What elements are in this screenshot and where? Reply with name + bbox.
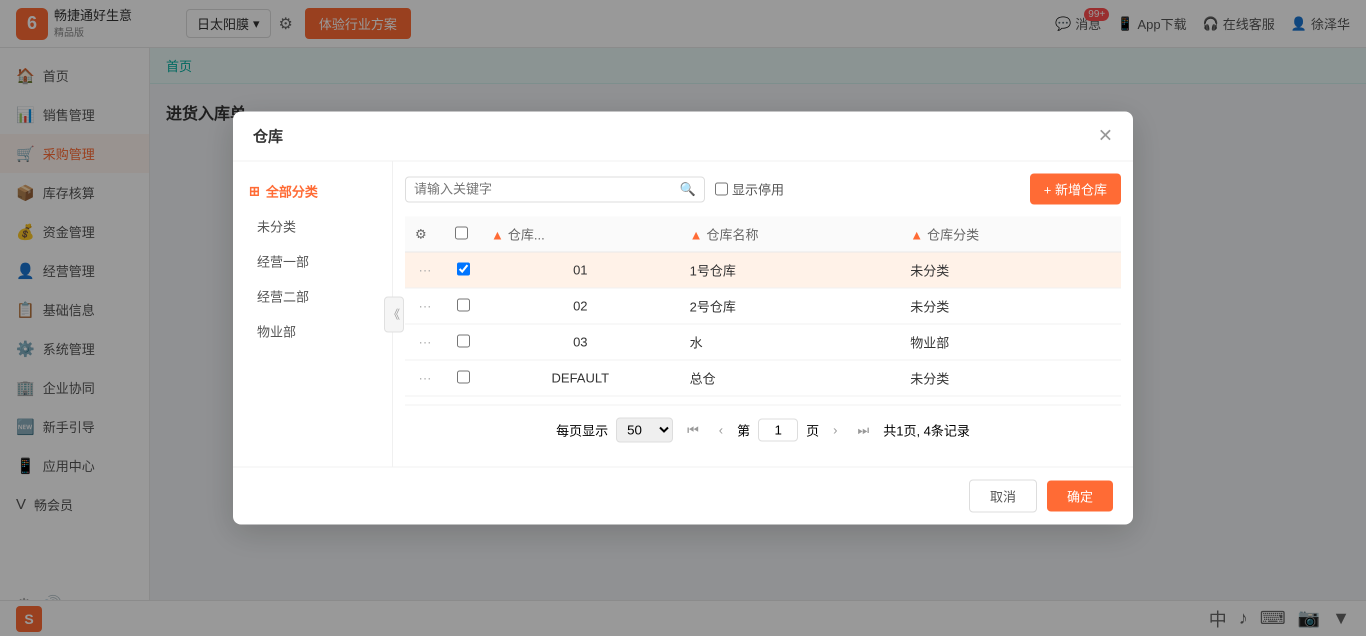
page-number-input[interactable]: [758, 419, 798, 442]
search-input[interactable]: [414, 182, 680, 197]
search-icon[interactable]: 🔍: [680, 181, 696, 197]
page-label: 第: [737, 421, 750, 440]
row-gear[interactable]: ···: [405, 252, 445, 288]
row-code: 03: [481, 324, 680, 360]
row-code: 02: [481, 288, 680, 324]
category-item-ops1[interactable]: 经营一部: [233, 244, 392, 279]
row-checkbox[interactable]: [457, 334, 470, 347]
right-panel: 🔍 显示停用 + 新增仓库 ⚙ ▲仓库... ▲仓库名称 ▲仓库分类: [393, 162, 1133, 467]
row-check[interactable]: [445, 324, 481, 360]
table-header-row: ⚙ ▲仓库... ▲仓库名称 ▲仓库分类: [405, 217, 1121, 253]
show-disabled-label[interactable]: 显示停用: [715, 180, 784, 199]
dialog-toolbar: 🔍 显示停用 + 新增仓库: [405, 174, 1121, 205]
per-page-select[interactable]: 50 100: [616, 418, 673, 443]
table-row[interactable]: ··· DEFAULT 总仓 未分类: [405, 360, 1121, 396]
table-row[interactable]: ··· 01 1号仓库 未分类: [405, 252, 1121, 288]
warehouse-table: ⚙ ▲仓库... ▲仓库名称 ▲仓库分类 ··· 01 1号仓库 未分类 ···…: [405, 217, 1121, 397]
row-name: 1号仓库: [680, 252, 901, 288]
page-prev-btn[interactable]: ‹: [713, 421, 729, 440]
row-gear[interactable]: ···: [405, 288, 445, 324]
row-category: 未分类: [900, 288, 1121, 324]
category-item-ops2[interactable]: 经营二部: [233, 279, 392, 314]
row-category: 物业部: [900, 324, 1121, 360]
page-last-btn[interactable]: ⏭: [852, 420, 876, 440]
warehouse-dialog: 仓库 ✕ ⊞ 全部分类 未分类 经营一部 经营二部 物业部 《 🔍: [233, 112, 1133, 525]
collapse-panel-btn[interactable]: 《: [384, 296, 404, 332]
pagination: 每页显示 50 100 ⏮ ‹ 第 页 › ⏭ 共1页, 4条记录: [405, 405, 1121, 455]
row-check[interactable]: [445, 288, 481, 324]
row-gear[interactable]: ···: [405, 360, 445, 396]
category-all-label: 全部分类: [266, 182, 318, 201]
total-info: 共1页, 4条记录: [883, 421, 970, 440]
select-all-checkbox[interactable]: [455, 226, 468, 239]
col-name[interactable]: ▲仓库名称: [680, 217, 901, 253]
category-item-unclassified[interactable]: 未分类: [233, 209, 392, 244]
row-category: 未分类: [900, 252, 1121, 288]
dialog-title: 仓库: [253, 126, 283, 147]
dialog-close-btn[interactable]: ✕: [1098, 126, 1113, 147]
row-check[interactable]: [445, 360, 481, 396]
grid-icon: ⊞: [249, 183, 260, 199]
category-panel: ⊞ 全部分类 未分类 经营一部 经营二部 物业部 《: [233, 162, 393, 467]
add-warehouse-btn[interactable]: + 新增仓库: [1030, 174, 1121, 205]
col-check: [445, 217, 481, 253]
row-checkbox[interactable]: [457, 370, 470, 383]
page-next-btn[interactable]: ›: [827, 421, 843, 440]
page-unit: 页: [806, 421, 819, 440]
row-code: DEFAULT: [481, 360, 680, 396]
col-settings: ⚙: [405, 217, 445, 253]
category-item-property[interactable]: 物业部: [233, 314, 392, 349]
confirm-btn[interactable]: 确定: [1047, 481, 1113, 512]
row-checkbox[interactable]: [457, 298, 470, 311]
search-box: 🔍: [405, 176, 705, 202]
col-code[interactable]: ▲仓库...: [481, 217, 680, 253]
row-gear[interactable]: ···: [405, 324, 445, 360]
row-code: 01: [481, 252, 680, 288]
cancel-btn[interactable]: 取消: [969, 480, 1037, 513]
category-all[interactable]: ⊞ 全部分类: [233, 174, 392, 209]
row-name: 水: [680, 324, 901, 360]
table-row[interactable]: ··· 02 2号仓库 未分类: [405, 288, 1121, 324]
row-checkbox[interactable]: [457, 262, 470, 275]
per-page-label: 每页显示: [556, 421, 608, 440]
row-check[interactable]: [445, 252, 481, 288]
col-category[interactable]: ▲仓库分类: [900, 217, 1121, 253]
row-name: 2号仓库: [680, 288, 901, 324]
page-first-btn[interactable]: ⏮: [681, 420, 705, 440]
show-disabled-text: 显示停用: [732, 180, 784, 199]
row-name: 总仓: [680, 360, 901, 396]
show-disabled-checkbox[interactable]: [715, 183, 728, 196]
dialog-body: ⊞ 全部分类 未分类 经营一部 经营二部 物业部 《 🔍 显示停用 + 新增仓库: [233, 162, 1133, 467]
dialog-header: 仓库 ✕: [233, 112, 1133, 162]
row-category: 未分类: [900, 360, 1121, 396]
table-row[interactable]: ··· 03 水 物业部: [405, 324, 1121, 360]
dialog-footer: 取消 确定: [233, 467, 1133, 525]
